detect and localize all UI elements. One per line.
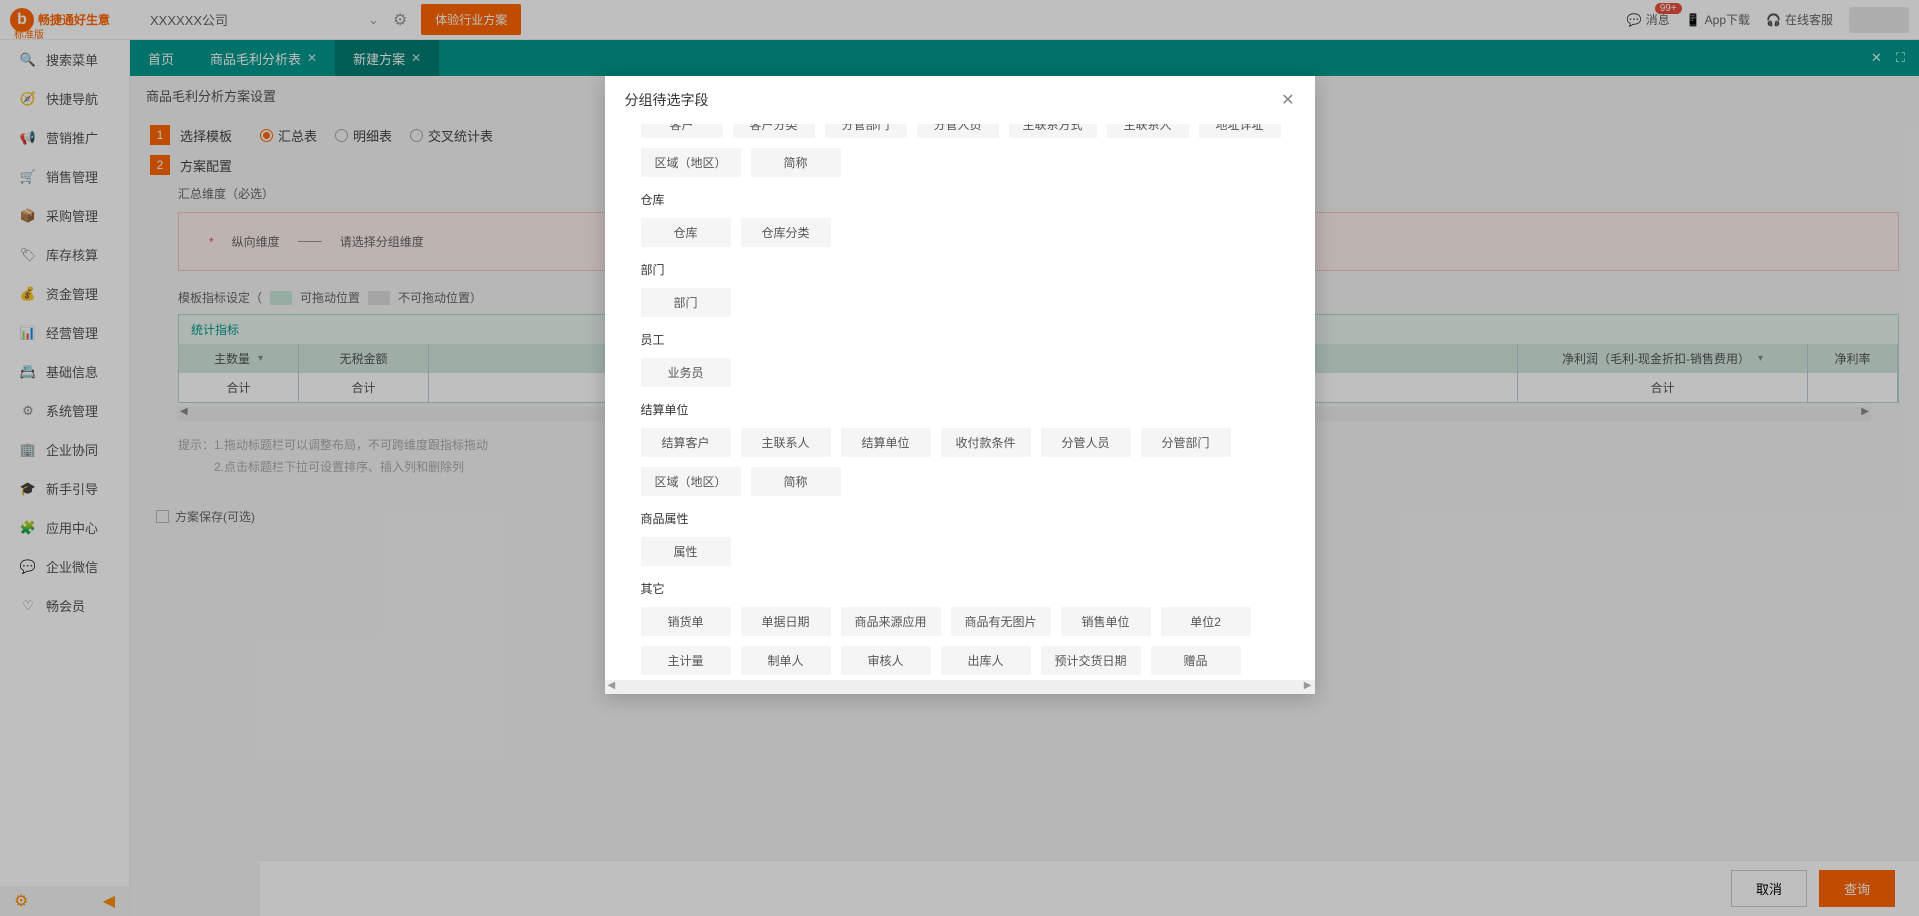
field-group: 其它销货单单据日期商品来源应用商品有无图片销售单位单位2 主计量制单人审核人出库人… xyxy=(641,580,1295,680)
modal-title: 分组待选字段 xyxy=(625,90,709,110)
field-chip[interactable]: 制单人 xyxy=(741,646,831,675)
field-group: 结算单位结算客户主联系人结算单位收付款条件分管人员分管部门区域（地区）简称 xyxy=(641,401,1295,496)
field-chip[interactable]: 区域（地区） xyxy=(641,148,741,177)
group-title: 员工 xyxy=(641,331,1295,348)
field-group: 员工业务员 xyxy=(641,331,1295,387)
field-selector-modal: 分组待选字段 ✕ 客户客户分类分管部门分管人员主联系方式主联系人地址详址 区域（… xyxy=(605,76,1315,694)
field-chip[interactable]: 赠品 xyxy=(1151,646,1241,675)
field-chip[interactable]: 主联系方式 xyxy=(1009,124,1097,138)
field-chip[interactable]: 审核人 xyxy=(841,646,931,675)
modal-horizontal-scrollbar[interactable] xyxy=(605,680,1315,694)
field-chip[interactable]: 简称 xyxy=(751,467,841,496)
field-chip[interactable]: 主联系人 xyxy=(1107,124,1189,138)
field-chip[interactable]: 分管部门 xyxy=(825,124,907,138)
field-chip[interactable]: 商品来源应用 xyxy=(841,607,941,636)
field-chip[interactable]: 分管人员 xyxy=(917,124,999,138)
field-chip[interactable]: 主联系人 xyxy=(741,428,831,457)
field-chip[interactable]: 分管部门 xyxy=(1141,428,1231,457)
group-title: 结算单位 xyxy=(641,401,1295,418)
field-chip[interactable]: 预计交货日期 xyxy=(1041,646,1141,675)
field-chip[interactable]: 销售单位 xyxy=(1061,607,1151,636)
field-group: 商品属性属性 xyxy=(641,510,1295,566)
field-group: 部门部门 xyxy=(641,261,1295,317)
field-chip[interactable]: 客户 xyxy=(641,124,723,138)
group-title: 其它 xyxy=(641,580,1295,597)
group-title: 仓库 xyxy=(641,191,1295,208)
field-chip[interactable]: 区域（地区） xyxy=(641,467,741,496)
group-title: 商品属性 xyxy=(641,510,1295,527)
field-chip[interactable]: 销货单 xyxy=(641,607,731,636)
field-chip[interactable]: 业务员 xyxy=(641,358,731,387)
field-chip[interactable]: 仓库 xyxy=(641,218,731,247)
field-chip[interactable]: 客户分类 xyxy=(733,124,815,138)
field-chip[interactable]: 商品有无图片 xyxy=(951,607,1051,636)
field-chip[interactable]: 出库人 xyxy=(941,646,1031,675)
modal-body[interactable]: 客户客户分类分管部门分管人员主联系方式主联系人地址详址 区域（地区）简称 仓库仓… xyxy=(605,124,1315,680)
field-chip[interactable]: 单位2 xyxy=(1161,607,1251,636)
field-chip[interactable]: 分管人员 xyxy=(1041,428,1131,457)
field-chip[interactable]: 收付款条件 xyxy=(941,428,1031,457)
field-chip[interactable]: 单据日期 xyxy=(741,607,831,636)
field-chip[interactable]: 结算客户 xyxy=(641,428,731,457)
field-chip[interactable]: 主计量 xyxy=(641,646,731,675)
field-chip[interactable]: 结算单位 xyxy=(841,428,931,457)
field-chip[interactable]: 仓库分类 xyxy=(741,218,831,247)
field-chip[interactable]: 简称 xyxy=(751,148,841,177)
close-icon[interactable]: ✕ xyxy=(1281,90,1294,110)
field-chip[interactable]: 部门 xyxy=(641,288,731,317)
modal-overlay: 分组待选字段 ✕ 客户客户分类分管部门分管人员主联系方式主联系人地址详址 区域（… xyxy=(0,0,1919,916)
field-chip[interactable]: 属性 xyxy=(641,537,731,566)
field-group: 仓库仓库仓库分类 xyxy=(641,191,1295,247)
group-title: 部门 xyxy=(641,261,1295,278)
field-chip[interactable]: 地址详址 xyxy=(1199,124,1281,138)
